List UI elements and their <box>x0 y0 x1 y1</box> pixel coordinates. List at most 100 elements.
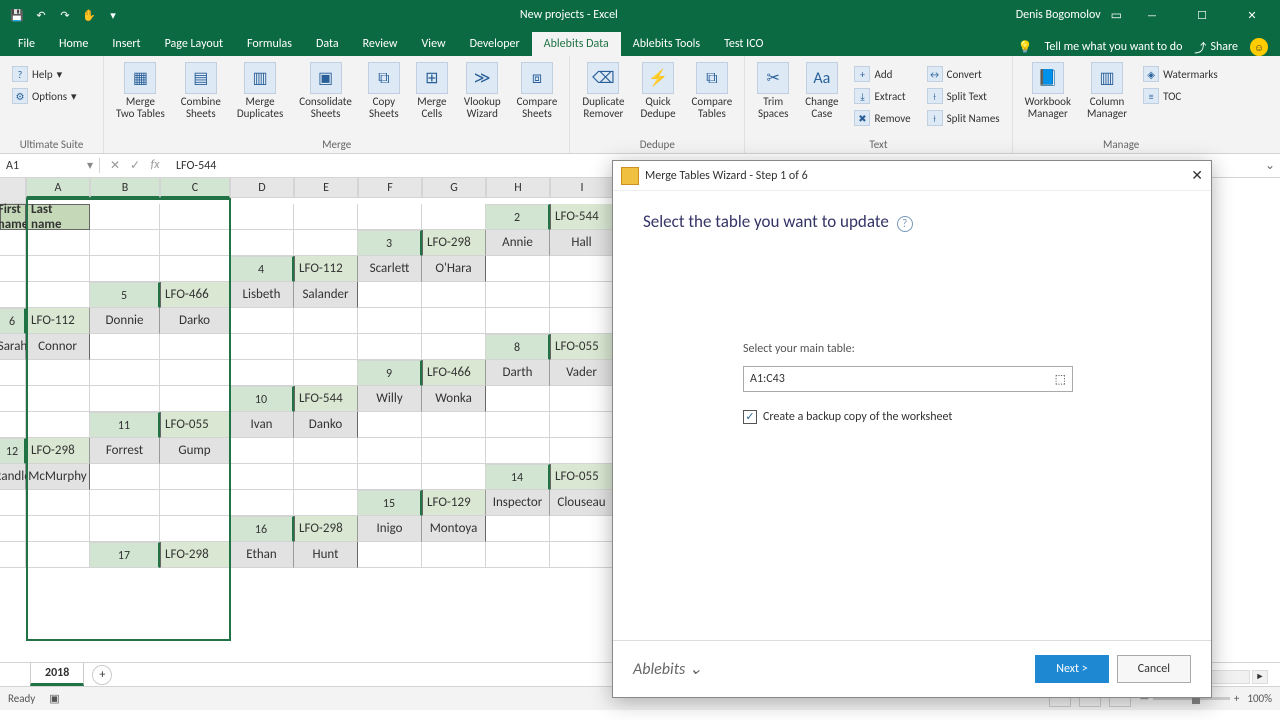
split-names-button[interactable]: ⟊Split Names <box>923 108 1004 128</box>
tab-data[interactable]: Data <box>304 32 351 56</box>
empty-cell[interactable] <box>294 490 358 516</box>
cell-project[interactable]: LFO-055 <box>160 412 230 438</box>
empty-cell[interactable] <box>160 360 230 386</box>
cell-project[interactable]: LFO-544 <box>550 204 614 230</box>
empty-cell[interactable] <box>0 542 26 568</box>
compare-tables-button[interactable]: ⧉CompareTables <box>688 60 737 122</box>
add-sheet-button[interactable]: + <box>92 665 112 685</box>
cell-project[interactable]: LFO-544 <box>294 386 358 412</box>
empty-cell[interactable] <box>422 542 486 568</box>
cell-firstname[interactable]: Forrest <box>90 438 160 464</box>
empty-cell[interactable] <box>358 412 422 438</box>
row-header-10[interactable]: 10 <box>230 386 294 412</box>
row-header-4[interactable]: 4 <box>230 256 294 282</box>
empty-cell[interactable] <box>486 386 550 412</box>
ribbon-options-icon[interactable]: ▭ <box>1111 8 1122 23</box>
cancel-formula-icon[interactable]: ✕ <box>106 158 124 173</box>
duplicate-remover-button[interactable]: ⌫DuplicateRemover <box>578 60 628 122</box>
empty-cell[interactable] <box>0 490 26 516</box>
split-text-button[interactable]: ⟊Split Text <box>923 86 1004 106</box>
backup-checkbox[interactable]: ✓ Create a backup copy of the worksheet <box>743 410 1181 424</box>
empty-cell[interactable] <box>160 516 230 542</box>
empty-cell[interactable] <box>422 282 486 308</box>
empty-cell[interactable] <box>26 490 90 516</box>
tab-ablebits-data[interactable]: Ablebits Data <box>532 32 621 56</box>
tab-ablebits-tools[interactable]: Ablebits Tools <box>621 32 712 56</box>
empty-cell[interactable] <box>550 412 614 438</box>
minimize-button[interactable]: — <box>1132 1 1172 29</box>
share-button[interactable]: ⤴ Share <box>1194 39 1238 56</box>
empty-cell[interactable] <box>230 490 294 516</box>
help-button[interactable]: ?Help ▾ <box>8 64 95 84</box>
empty-cell[interactable] <box>550 256 614 282</box>
empty-cell[interactable] <box>160 256 230 282</box>
cell-project[interactable]: LFO-298 <box>294 516 358 542</box>
convert-text-button[interactable]: ↔Convert <box>923 64 1004 84</box>
cell-project[interactable]: LFO-466 <box>422 360 486 386</box>
empty-cell[interactable] <box>358 464 422 490</box>
merge-two-tables-button[interactable]: ▦MergeTwo Tables <box>112 60 169 122</box>
cell-firstname[interactable]: Ivan <box>230 412 294 438</box>
options-button[interactable]: ⚙Options ▾ <box>8 86 95 106</box>
next-button[interactable]: Next > <box>1035 655 1108 683</box>
info-icon[interactable]: ? <box>897 216 913 232</box>
empty-cell[interactable] <box>90 334 160 360</box>
merge-cells-button[interactable]: ⊞MergeCells <box>412 60 452 122</box>
empty-cell[interactable] <box>160 464 230 490</box>
empty-cell[interactable] <box>0 412 26 438</box>
cancel-button[interactable]: Cancel <box>1117 655 1191 683</box>
column-header-H[interactable]: H <box>486 178 550 198</box>
tab-formulas[interactable]: Formulas <box>235 32 304 56</box>
tab-insert[interactable]: Insert <box>100 32 152 56</box>
cell-lastname[interactable]: Danko <box>294 412 358 438</box>
empty-cell[interactable] <box>486 516 550 542</box>
cell-firstname[interactable]: Randle <box>0 464 26 490</box>
empty-cell[interactable] <box>0 386 26 412</box>
zoom-level[interactable]: 100% <box>1247 692 1272 705</box>
empty-cell[interactable] <box>230 360 294 386</box>
empty-cell[interactable] <box>26 516 90 542</box>
cell-project[interactable]: LFO-112 <box>294 256 358 282</box>
empty-cell[interactable] <box>90 490 160 516</box>
empty-cell[interactable] <box>26 542 90 568</box>
cell-lastname[interactable]: Montoya <box>422 516 486 542</box>
user-name[interactable]: Denis Bogomolov <box>1016 8 1101 22</box>
empty-cell[interactable] <box>550 386 614 412</box>
empty-cell[interactable] <box>26 282 90 308</box>
empty-cell[interactable] <box>358 204 422 230</box>
cell-firstname[interactable]: Sarah <box>0 334 26 360</box>
empty-cell[interactable] <box>160 230 230 256</box>
row-header-12[interactable]: 12 <box>0 438 26 464</box>
empty-cell[interactable] <box>90 256 160 282</box>
maximize-button[interactable]: ☐ <box>1182 1 1222 29</box>
cell-project[interactable]: LFO-466 <box>160 282 230 308</box>
empty-cell[interactable] <box>486 438 550 464</box>
empty-cell[interactable] <box>26 256 90 282</box>
empty-cell[interactable] <box>422 308 486 334</box>
cell-project[interactable]: LFO-055 <box>550 464 614 490</box>
toc-button[interactable]: ≡TOC <box>1139 86 1222 106</box>
cell-project[interactable]: LFO-112 <box>26 308 90 334</box>
cell-lastname[interactable]: Gump <box>160 438 230 464</box>
cell-firstname[interactable]: Willy <box>358 386 422 412</box>
dialog-close-button[interactable]: ✕ <box>1191 167 1203 184</box>
empty-cell[interactable] <box>358 542 422 568</box>
tab-file[interactable]: File <box>6 32 47 56</box>
row-header-17[interactable]: 17 <box>90 542 160 568</box>
row-header-11[interactable]: 11 <box>90 412 160 438</box>
tab-home[interactable]: Home <box>47 32 100 56</box>
cell-project[interactable]: LFO-298 <box>422 230 486 256</box>
empty-cell[interactable] <box>550 308 614 334</box>
empty-cell[interactable] <box>358 334 422 360</box>
row-header-3[interactable]: 3 <box>358 230 422 256</box>
tab-review[interactable]: Review <box>351 32 410 56</box>
column-header-A[interactable]: A <box>26 178 90 198</box>
empty-cell[interactable] <box>486 308 550 334</box>
cell-firstname[interactable]: Donnie <box>90 308 160 334</box>
save-icon[interactable]: 💾 <box>8 6 26 24</box>
row-header-14[interactable]: 14 <box>486 464 550 490</box>
empty-cell[interactable] <box>160 204 230 230</box>
empty-cell[interactable] <box>26 360 90 386</box>
row-header-8[interactable]: 8 <box>486 334 550 360</box>
empty-cell[interactable] <box>0 230 26 256</box>
